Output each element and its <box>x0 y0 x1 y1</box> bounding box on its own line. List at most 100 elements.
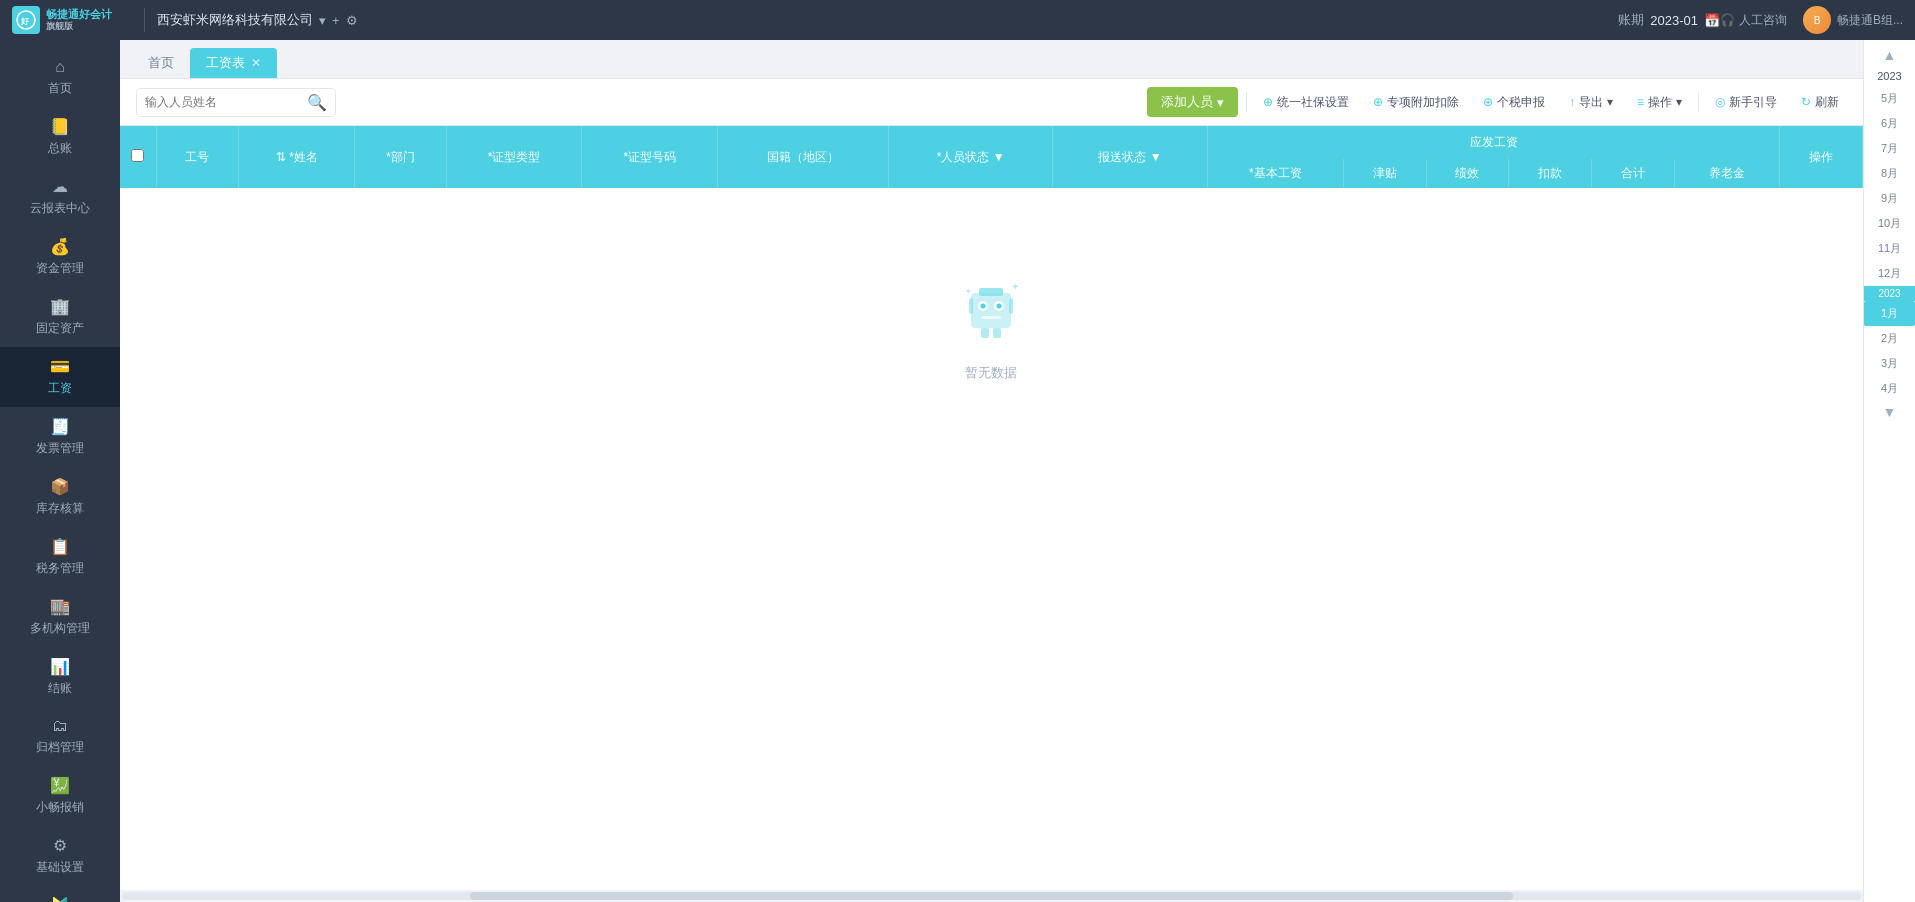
svg-point-6 <box>981 304 986 309</box>
search-input[interactable] <box>145 95 301 109</box>
horizontal-scrollbar[interactable] <box>120 890 1863 902</box>
export-icon: ↑ <box>1569 95 1575 109</box>
main-layout: ⌂ 首页 📒总账☁云报表中心💰资金管理 🏢 固定资产 💳 工资 🧾发票管理📦库存核算📋税务管理… <box>0 40 1915 902</box>
svg-text:好: 好 <box>20 17 30 26</box>
col-dept: *部门 <box>355 126 446 188</box>
logo-icon: 好 <box>12 6 40 34</box>
calendar-icon[interactable]: 📅 <box>1704 13 1720 28</box>
app-logo: 好 畅捷通好会计 旗舰版 <box>12 6 132 34</box>
tab-salary[interactable]: 工资表✕ <box>190 48 277 78</box>
search-wrapper: 🔍 <box>136 88 336 117</box>
svg-rect-9 <box>969 298 973 314</box>
deduction-action[interactable]: ⊕ 专项附加扣除 <box>1365 90 1467 115</box>
sidebar-item-label: 首页 <box>48 80 72 97</box>
add-company-icon[interactable]: + <box>332 13 340 28</box>
col-id-type: *证型类型 <box>446 126 582 188</box>
month-item-9月[interactable]: 9月 <box>1864 186 1915 211</box>
sidebar-item-cloud-report[interactable]: ☁云报表中心 <box>0 167 120 227</box>
add-btn-arrow: ▾ <box>1217 95 1224 110</box>
month-item-3月[interactable]: 3月 <box>1864 351 1915 376</box>
svg-text:✦: ✦ <box>965 287 972 296</box>
sidebar-item-fund[interactable]: 💰资金管理 <box>0 227 120 287</box>
month-item-8月[interactable]: 8月 <box>1864 161 1915 186</box>
export-action[interactable]: ↑ 导出 ▾ <box>1561 90 1621 115</box>
empty-icon: ✦ ✦ <box>951 268 1031 348</box>
settlement-icon: 📊 <box>50 657 70 676</box>
scrollbar-thumb[interactable] <box>470 892 1513 900</box>
month-item-11月[interactable]: 11月 <box>1864 236 1915 261</box>
operate-icon: ≡ <box>1637 95 1644 109</box>
month-nav-up[interactable]: ▲ <box>1864 44 1915 66</box>
user-menu[interactable]: B 畅捷通B组... <box>1803 6 1903 34</box>
sidebar: ⌂ 首页 📒总账☁云报表中心💰资金管理 🏢 固定资产 💳 工资 🧾发票管理📦库存核算📋税务管理… <box>0 40 120 902</box>
month-item-12月[interactable]: 12月 <box>1864 261 1915 286</box>
refresh-action[interactable]: ↻ 刷新 <box>1793 90 1847 115</box>
salary-icon: 💳 <box>50 357 70 376</box>
month-item-1月[interactable]: 1月 <box>1864 301 1915 326</box>
sidebar-item-label: 发票管理 <box>36 440 84 457</box>
col-id-num: *证型号码 <box>582 126 718 188</box>
month-item-7月[interactable]: 7月 <box>1864 136 1915 161</box>
guide-icon: 🔰 <box>50 896 70 902</box>
fixed-assets-icon: 🏢 <box>50 297 70 316</box>
sidebar-item-salary[interactable]: 💳 工资 <box>0 347 120 407</box>
multi-org-icon: 🏬 <box>50 597 70 616</box>
svg-rect-8 <box>981 316 1001 319</box>
sidebar-item-home[interactable]: ⌂ 首页 <box>0 48 120 107</box>
social-security-action[interactable]: ⊕ 统一社保设置 <box>1255 90 1357 115</box>
sidebar-item-settings[interactable]: ⚙基础设置 <box>0 826 120 886</box>
col-deduction: 扣款 <box>1509 159 1592 188</box>
month-item-6月[interactable]: 6月 <box>1864 111 1915 136</box>
sidebar-item-inventory[interactable]: 📦库存核算 <box>0 467 120 527</box>
month-item-2月[interactable]: 2月 <box>1864 326 1915 351</box>
settings-icon[interactable]: ⚙ <box>346 13 358 28</box>
sidebar-item-guide[interactable]: 🔰新手引导 <box>0 886 120 902</box>
tab-close-icon[interactable]: ✕ <box>251 56 261 70</box>
home-icon: ⌂ <box>55 58 65 76</box>
tab-label: 首页 <box>148 55 174 70</box>
col-performance: 绩效 <box>1426 159 1509 188</box>
guide-label: 新手引导 <box>1729 94 1777 111</box>
social-security-icon: ⊕ <box>1263 95 1273 109</box>
guide-icon: ◎ <box>1715 95 1725 109</box>
empty-state-cell: ✦ ✦ 暂无数据 <box>120 188 1863 462</box>
toolbar-divider-2 <box>1698 92 1699 112</box>
search-icon: 🔍 <box>307 93 327 112</box>
status-filter-icon[interactable]: ▼ <box>993 150 1005 164</box>
sidebar-item-archive[interactable]: 🗂归档管理 <box>0 707 120 766</box>
company-selector[interactable]: 西安虾米网络科技有限公司 ▾ + ⚙ <box>157 11 1618 29</box>
report-filter-icon[interactable]: ▼ <box>1150 150 1162 164</box>
month-item-5月[interactable]: 5月 <box>1864 86 1915 111</box>
sidebar-item-label: 工资 <box>48 380 72 397</box>
col-name: ⇅ *姓名 <box>239 126 355 188</box>
select-all-checkbox[interactable] <box>131 149 144 162</box>
top-bar: 好 畅捷通好会计 旗舰版 西安虾米网络科技有限公司 ▾ + ⚙ 账期 2023-… <box>0 0 1915 40</box>
sidebar-item-invoice[interactable]: 🧾发票管理 <box>0 407 120 467</box>
period-selector[interactable]: 账期 2023-01 📅 <box>1618 11 1720 29</box>
tab-home[interactable]: 首页 <box>132 48 190 78</box>
col-pension: 养老金 <box>1675 159 1780 188</box>
ai-consult-button[interactable]: 🎧 人工咨询 <box>1720 12 1787 29</box>
col-status: *人员状态 ▼ <box>889 126 1053 188</box>
month-item-10月[interactable]: 10月 <box>1864 211 1915 236</box>
sidebar-item-label: 固定资产 <box>36 320 84 337</box>
sidebar-item-expense[interactable]: 💹小畅报销 <box>0 766 120 826</box>
guide-action[interactable]: ◎ 新手引导 <box>1707 90 1785 115</box>
add-person-button[interactable]: 添加人员 ▾ <box>1147 87 1238 117</box>
sidebar-item-settlement[interactable]: 📊结账 <box>0 647 120 707</box>
tax-action[interactable]: ⊕ 个税申报 <box>1475 90 1553 115</box>
deduction-label: 专项附加扣除 <box>1387 94 1459 111</box>
col-report-status: 报送状态 ▼ <box>1053 126 1208 188</box>
table-container: 工号 ⇅ *姓名 *部门 *证型类型 *证型号码 国籍（地区） *人员状态 ▼ … <box>120 126 1863 890</box>
operate-action[interactable]: ≡ 操作 ▾ <box>1629 90 1690 115</box>
add-btn-label: 添加人员 <box>1161 93 1213 111</box>
month-item-4月[interactable]: 4月 <box>1864 376 1915 401</box>
company-dropdown-icon[interactable]: ▾ <box>319 13 326 28</box>
sidebar-item-tax[interactable]: 📋税务管理 <box>0 527 120 587</box>
sidebar-item-multi-org[interactable]: 🏬多机构管理 <box>0 587 120 647</box>
app-version: 旗舰版 <box>46 21 112 32</box>
svg-text:✦: ✦ <box>1011 281 1019 292</box>
sidebar-item-fixed-assets[interactable]: 🏢 固定资产 <box>0 287 120 347</box>
sidebar-item-ledger[interactable]: 📒总账 <box>0 107 120 167</box>
month-nav-down[interactable]: ▼ <box>1864 401 1915 423</box>
